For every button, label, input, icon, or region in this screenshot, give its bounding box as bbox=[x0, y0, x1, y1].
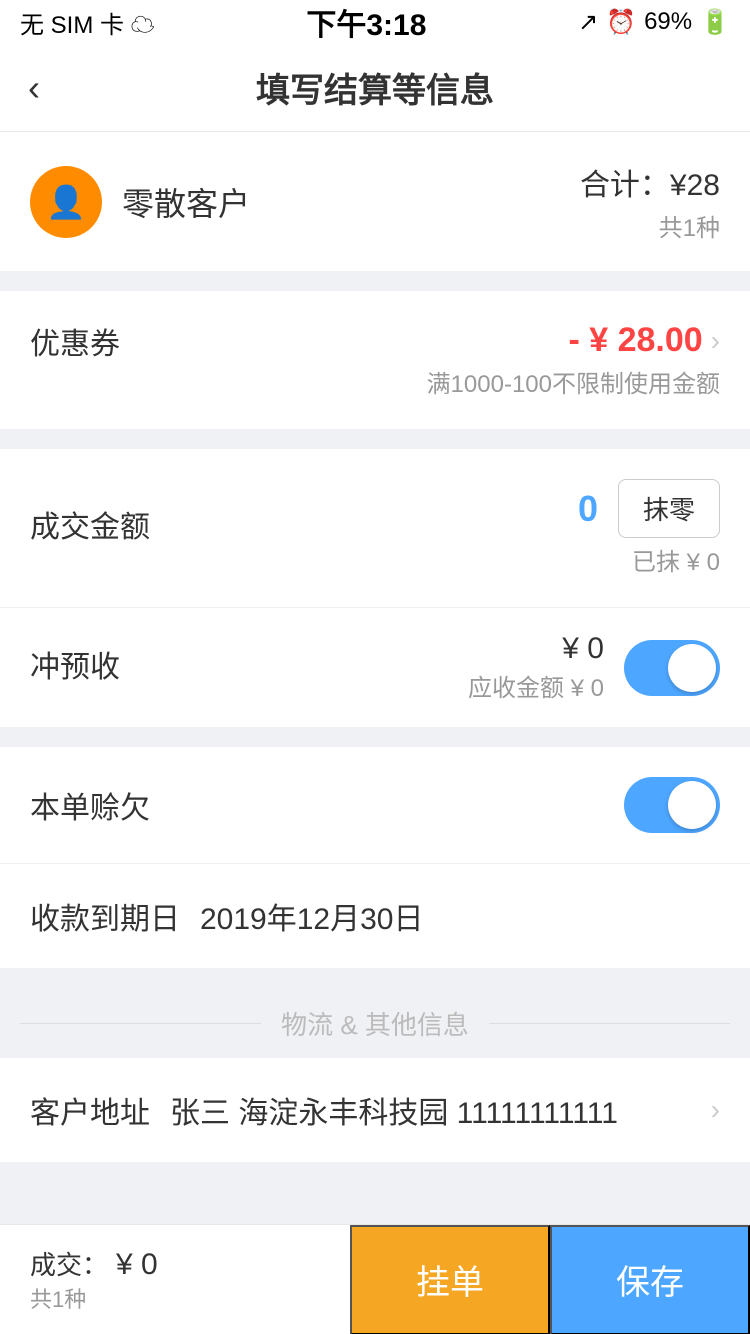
address-arrow-icon: › bbox=[711, 1094, 720, 1126]
battery-text: 69% bbox=[644, 8, 692, 36]
no-sim-text: 无 SIM 卡 ☁ bbox=[20, 5, 155, 40]
logistics-divider: 物流 & 其他信息 bbox=[0, 988, 750, 1058]
page-title: 填写结算等信息 bbox=[256, 63, 494, 112]
customer-section: 👤 零散客户 合计：¥28 共1种 bbox=[0, 132, 750, 271]
prepayment-right: ¥ 0 应收金额 ¥ 0 bbox=[468, 632, 720, 703]
address-value: 张三 海淀永丰科技园 11111111111 bbox=[170, 1088, 701, 1132]
prepayment-values: ¥ 0 应收金额 ¥ 0 bbox=[468, 632, 604, 703]
bottom-left: 成交： ¥ 0 共1种 bbox=[0, 1245, 350, 1314]
status-right: ↗ ⏰ 69% 🔋 bbox=[578, 8, 730, 37]
divider-1 bbox=[0, 271, 750, 291]
status-time: 下午3:18 bbox=[306, 0, 426, 44]
debt-label: 本单赊欠 bbox=[30, 783, 150, 827]
status-bar: 无 SIM 卡 ☁ 下午3:18 ↗ ⏰ 69% 🔋 bbox=[0, 0, 750, 44]
customer-right: 合计：¥28 共1种 bbox=[580, 160, 720, 243]
customer-total: 合计：¥28 bbox=[580, 160, 720, 204]
bottom-deal-count: 共1种 bbox=[30, 1282, 320, 1314]
back-button[interactable]: ‹ bbox=[28, 67, 40, 109]
logistics-text: 物流 & 其他信息 bbox=[281, 1005, 469, 1042]
prepayment-value1: ¥ 0 bbox=[468, 632, 604, 666]
due-date-row[interactable]: 收款到期日 2019年12月30日 bbox=[0, 863, 750, 968]
deal-amount-row: 成交金额 0 抹零 已抹 ¥ 0 bbox=[0, 449, 750, 607]
deal-sub-text: 已抹 ¥ 0 bbox=[632, 542, 720, 577]
prepayment-label: 冲预收 bbox=[30, 644, 120, 692]
bottom-bar: 成交： ¥ 0 共1种 挂单 保存 bbox=[0, 1224, 750, 1334]
debt-row: 本单赊欠 bbox=[0, 747, 750, 863]
coupon-amount: - ¥ 28.00 bbox=[568, 321, 702, 360]
divider-5 bbox=[0, 1162, 750, 1182]
coupon-arrow-icon: › bbox=[711, 325, 720, 357]
avatar-icon: 👤 bbox=[46, 183, 86, 221]
coupon-desc: 满1000-100不限制使用金额 bbox=[427, 364, 720, 399]
address-label: 客户地址 bbox=[30, 1088, 150, 1132]
logistics-line-left bbox=[20, 1023, 261, 1024]
due-date-label: 收款到期日 bbox=[30, 894, 180, 938]
location-icon: ↗ bbox=[578, 8, 598, 37]
battery-icon: 🔋 bbox=[700, 8, 730, 37]
avatar: 👤 bbox=[30, 166, 102, 238]
prepayment-toggle[interactable] bbox=[624, 640, 720, 696]
pending-button[interactable]: 挂单 bbox=[350, 1225, 550, 1334]
coupon-row[interactable]: 优惠券 - ¥ 28.00 › 满1000-100不限制使用金额 bbox=[0, 291, 750, 429]
save-button[interactable]: 保存 bbox=[550, 1225, 750, 1334]
logistics-line-right bbox=[489, 1023, 730, 1024]
customer-left: 👤 零散客户 bbox=[30, 166, 250, 238]
deal-amount-label: 成交金额 bbox=[30, 504, 150, 552]
divider-2 bbox=[0, 429, 750, 449]
coupon-value: - ¥ 28.00 › 满1000-100不限制使用金额 bbox=[427, 321, 720, 399]
bottom-deal-value: ¥ 0 bbox=[116, 1248, 158, 1282]
prepayment-value2: 应收金额 ¥ 0 bbox=[468, 668, 604, 703]
customer-count: 共1种 bbox=[580, 208, 720, 243]
alarm-icon: ⏰ bbox=[606, 8, 636, 37]
divider-4 bbox=[0, 968, 750, 988]
debt-toggle[interactable] bbox=[624, 777, 720, 833]
divider-3 bbox=[0, 727, 750, 747]
status-left: 无 SIM 卡 ☁ bbox=[20, 5, 155, 40]
content: 👤 零散客户 合计：¥28 共1种 优惠券 - ¥ 28.00 › 满1000-… bbox=[0, 132, 750, 1302]
round-zero-button[interactable]: 抹零 bbox=[618, 479, 720, 538]
address-row[interactable]: 客户地址 张三 海淀永丰科技园 11111111111 › bbox=[0, 1058, 750, 1162]
coupon-label: 优惠券 bbox=[30, 321, 120, 369]
deal-amount-right: 0 抹零 已抹 ¥ 0 bbox=[538, 479, 720, 577]
prepayment-row: 冲预收 ¥ 0 应收金额 ¥ 0 bbox=[0, 607, 750, 727]
due-date-value: 2019年12月30日 bbox=[200, 894, 423, 938]
deal-amount-value[interactable]: 0 bbox=[538, 488, 598, 530]
customer-row: 👤 零散客户 合计：¥28 共1种 bbox=[0, 132, 750, 271]
customer-name: 零散客户 bbox=[122, 179, 250, 225]
bottom-deal-label: 成交： bbox=[30, 1245, 108, 1282]
nav-bar: ‹ 填写结算等信息 bbox=[0, 44, 750, 132]
deal-input-area: 0 抹零 bbox=[538, 479, 720, 538]
